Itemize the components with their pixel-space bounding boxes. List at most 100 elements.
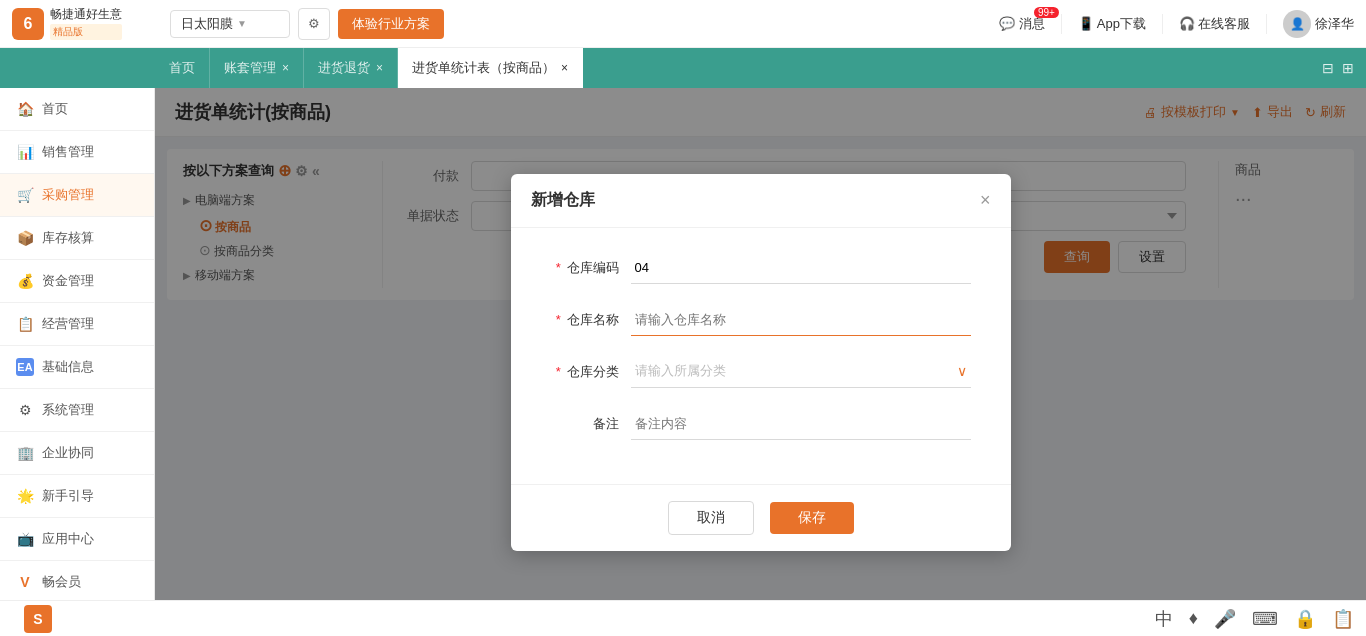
modal-close-button[interactable]: × (980, 190, 991, 211)
save-button[interactable]: 保存 (770, 502, 854, 534)
sidebar-sales-label: 销售管理 (42, 143, 94, 161)
sidebar-guide-label: 新手引导 (42, 487, 94, 505)
tabbar: 首页 账套管理 × 进货退货 × 进货单统计表（按商品） × ⊟ ⊞ (0, 48, 1366, 88)
form-row-code: * 仓库编码 (551, 252, 971, 284)
message-icon: 💬 (999, 16, 1015, 31)
bottom-diamond-icon[interactable]: ♦ (1189, 608, 1198, 629)
headphone-icon: 🎧 (1179, 16, 1195, 31)
bottom-clipboard-icon[interactable]: 📋 (1332, 608, 1354, 630)
notification-label: 消息 (1019, 16, 1045, 31)
tab-expand-icon[interactable]: ⊞ (1342, 60, 1354, 76)
tab-account-label: 账套管理 (224, 59, 276, 77)
divider3 (1266, 14, 1267, 34)
bottom-brand: S (12, 605, 52, 633)
content-area: 进货单统计(按商品) 🖨 按模板打印 ▼ ⬆ 导出 ↻ 刷新 (155, 88, 1366, 636)
tab-purchase-return-close[interactable]: × (376, 61, 383, 75)
user-name: 徐泽华 (1315, 15, 1354, 33)
sidebar-item-home[interactable]: 🏠 首页 (0, 88, 154, 131)
enterprise-icon: 🏢 (16, 444, 34, 462)
note-input[interactable] (631, 408, 971, 440)
modal-header: 新增仓库 × (511, 174, 1011, 228)
code-label: * 仓库编码 (551, 259, 631, 277)
sidebar-item-purchase[interactable]: 🛒 采购管理 (0, 174, 154, 217)
bottom-bar: S 中 ♦ 🎤 ⌨ 🔒 📋 (0, 600, 1366, 636)
cancel-button[interactable]: 取消 (668, 501, 754, 535)
sidebar: 🏠 首页 📊 销售管理 🛒 采购管理 📦 库存核算 💰 资金管理 📋 经营管理 … (0, 88, 155, 636)
divider2 (1162, 14, 1163, 34)
guide-icon: 🌟 (16, 487, 34, 505)
tab-account-close[interactable]: × (282, 61, 289, 75)
store-selector[interactable]: 日太阳膜 ▼ (170, 10, 290, 38)
modal-footer: 取消 保存 (511, 484, 1011, 551)
settings-button[interactable]: ⚙ (298, 8, 330, 40)
sidebar-item-system[interactable]: ⚙ 系统管理 (0, 389, 154, 432)
sidebar-member-label: 畅会员 (42, 573, 81, 591)
category-required: * (556, 364, 561, 379)
logo-area: 6 畅捷通好生意 精品版 (12, 7, 162, 41)
phone-icon: 📱 (1078, 16, 1094, 31)
topbar: 6 畅捷通好生意 精品版 日太阳膜 ▼ ⚙ 体验行业方案 💬 消息 99+ 📱 … (0, 0, 1366, 48)
sidebar-item-sales[interactable]: 📊 销售管理 (0, 131, 154, 174)
logo-text: 畅捷通好生意 (50, 7, 122, 23)
bottom-lock-icon[interactable]: 🔒 (1294, 608, 1316, 630)
name-input[interactable] (631, 304, 971, 336)
trial-button[interactable]: 体验行业方案 (338, 9, 444, 39)
sidebar-home-label: 首页 (42, 100, 68, 118)
app-download-label: App下载 (1097, 15, 1146, 33)
sidebar-basic-info-label: 基础信息 (42, 358, 94, 376)
form-row-category: * 仓库分类 请输入所属分类 ∨ (551, 356, 971, 388)
user-area[interactable]: 👤 徐泽华 (1283, 10, 1354, 38)
sidebar-item-finance[interactable]: 💰 资金管理 (0, 260, 154, 303)
finance-icon: 💰 (16, 272, 34, 290)
avatar: 👤 (1283, 10, 1311, 38)
sidebar-item-member[interactable]: V 畅会员 (0, 561, 154, 604)
basic-info-icon: EA (16, 358, 34, 376)
sidebar-item-app-center[interactable]: 📺 应用中心 (0, 518, 154, 561)
modal-body: * 仓库编码 * 仓库名称 (511, 228, 1011, 484)
category-label: * 仓库分类 (551, 363, 631, 381)
sidebar-item-enterprise[interactable]: 🏢 企业协同 (0, 432, 154, 475)
sidebar-item-basic-info[interactable]: EA 基础信息 (0, 346, 154, 389)
sidebar-item-business[interactable]: 📋 经营管理 (0, 303, 154, 346)
tab-minimize-icon[interactable]: ⊟ (1322, 60, 1334, 76)
logo-badge: 精品版 (50, 24, 122, 40)
tab-account[interactable]: 账套管理 × (210, 48, 304, 88)
tab-purchase-stats[interactable]: 进货单统计表（按商品） × (398, 48, 583, 88)
tab-purchase-stats-close[interactable]: × (561, 61, 568, 75)
sidebar-item-inventory[interactable]: 📦 库存核算 (0, 217, 154, 260)
category-dropdown-icon: ∨ (957, 363, 967, 379)
topbar-right: 💬 消息 99+ 📱 App下载 🎧 在线客服 👤 徐泽华 (999, 10, 1354, 38)
code-input[interactable] (631, 252, 971, 284)
tab-purchase-return[interactable]: 进货退货 × (304, 48, 398, 88)
purchase-icon: 🛒 (16, 186, 34, 204)
modal-title: 新增仓库 (531, 190, 595, 211)
name-label: * 仓库名称 (551, 311, 631, 329)
app-download-link[interactable]: 📱 App下载 (1078, 15, 1146, 33)
note-label: 备注 (551, 415, 631, 433)
sidebar-business-label: 经营管理 (42, 315, 94, 333)
store-name: 日太阳膜 (181, 15, 233, 33)
bottom-mic-icon[interactable]: 🎤 (1214, 608, 1236, 630)
tab-purchase-stats-label: 进货单统计表（按商品） (412, 59, 555, 77)
app-center-icon: 📺 (16, 530, 34, 548)
name-required: * (556, 312, 561, 327)
online-service-label: 在线客服 (1198, 15, 1250, 33)
online-service-link[interactable]: 🎧 在线客服 (1179, 15, 1250, 33)
sales-icon: 📊 (16, 143, 34, 161)
sidebar-finance-label: 资金管理 (42, 272, 94, 290)
system-icon: ⚙ (16, 401, 34, 419)
category-placeholder: 请输入所属分类 (635, 362, 726, 380)
sidebar-inventory-label: 库存核算 (42, 229, 94, 247)
bottom-zh-icon[interactable]: 中 (1155, 607, 1173, 631)
sidebar-item-guide[interactable]: 🌟 新手引导 (0, 475, 154, 518)
bottom-keyboard-icon[interactable]: ⌨ (1252, 608, 1278, 630)
tab-home[interactable]: 首页 (155, 48, 210, 88)
business-icon: 📋 (16, 315, 34, 333)
tab-purchase-return-label: 进货退货 (318, 59, 370, 77)
category-select[interactable]: 请输入所属分类 ∨ (631, 356, 971, 388)
sidebar-enterprise-label: 企业协同 (42, 444, 94, 462)
form-row-name: * 仓库名称 (551, 304, 971, 336)
logo-icon: 6 (12, 8, 44, 40)
notification-area[interactable]: 💬 消息 99+ (999, 15, 1045, 33)
tabbar-actions: ⊟ ⊞ (1322, 60, 1366, 76)
